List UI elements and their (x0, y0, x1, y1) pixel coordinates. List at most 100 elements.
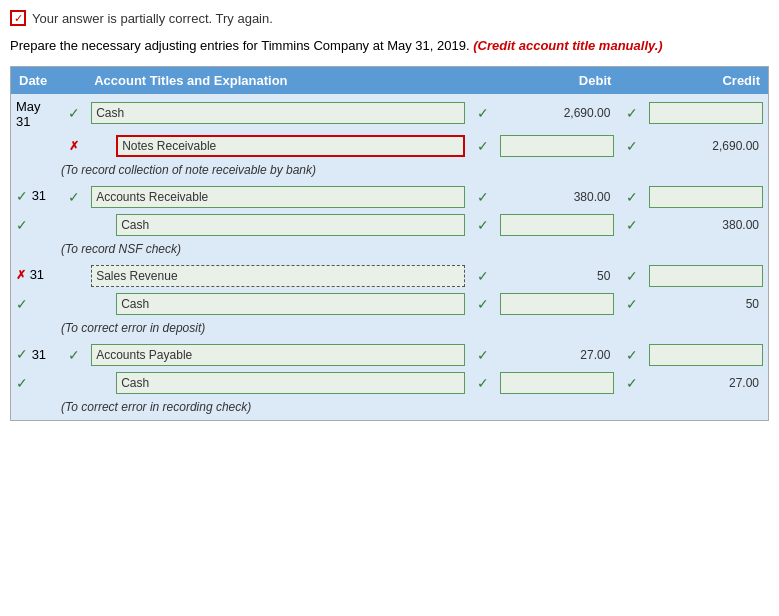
table-row: ✗ ✓ ✓ 2,690.00 (11, 132, 769, 160)
entry4-debit-amount-cell: 27.00 (495, 341, 619, 369)
entry4-credit-check3: ✓ (619, 369, 644, 397)
entry1-debit-account-input[interactable] (91, 102, 465, 124)
entry4-debit-check: ✓ (61, 341, 86, 369)
entry2-credit-account-input[interactable] (116, 214, 465, 236)
table-row: (To record collection of note receivable… (11, 160, 769, 183)
entry2-credit-value: 380.00 (649, 218, 763, 232)
entry2-note: (To record NSF check) (11, 239, 769, 262)
table-row: ✓ 31 ✓ ✓ 380.00 ✓ (11, 183, 769, 211)
instruction: Prepare the necessary adjusting entries … (10, 36, 769, 56)
header-account: Account Titles and Explanation (86, 66, 470, 94)
entry3-credit-account-input[interactable] (116, 293, 465, 315)
entry4-debit-account-cell (86, 341, 470, 369)
entry4-debit-value: 27.00 (500, 348, 614, 362)
entry3-debit-amount-cell: 50 (495, 262, 619, 290)
header-credit: Credit (644, 66, 768, 94)
entry3-credit-date: ✓ (11, 290, 62, 318)
entry3-credit-check3: ✓ (619, 290, 644, 318)
entry2-credit-debit-amount (495, 211, 619, 239)
entry4-credit-account-input[interactable] (116, 372, 465, 394)
entry4-credit-input[interactable] (649, 344, 763, 366)
entry1-credit-debit-amount (495, 132, 619, 160)
entry1-credit-check3: ✓ (619, 132, 644, 160)
entry2-credit-check: ✓ (619, 183, 644, 211)
entry4-credit-check2: ✓ (470, 369, 495, 397)
entry4-credit-date: ✓ (11, 369, 62, 397)
entry2-credit-account-cell (86, 211, 470, 239)
entry3-credit-input[interactable] (649, 265, 763, 287)
entry3-date: ✗ 31 (11, 262, 62, 290)
entry2-debit-account-input[interactable] (91, 186, 465, 208)
status-bar: ✓ Your answer is partially correct. Try … (10, 10, 769, 26)
entry1-credit-check: ✓ (619, 94, 644, 132)
entry3-credit-credit-amount: 50 (644, 290, 768, 318)
entry1-debit-account-cell (86, 94, 470, 132)
entry4-credit-amount-cell (644, 341, 768, 369)
entry2-credit-check2: ✓ (470, 211, 495, 239)
entry3-credit-debit-input[interactable] (500, 293, 614, 315)
entry4-credit-value: 27.00 (649, 376, 763, 390)
instruction-text: Prepare the necessary adjusting entries … (10, 38, 470, 53)
entry3-debit-check (61, 262, 86, 290)
entry3-credit-check2: ✓ (470, 290, 495, 318)
entry1-debit-value: 2,690.00 (500, 106, 614, 120)
header-check3 (619, 66, 644, 94)
entry1-credit-debit-input[interactable] (500, 135, 614, 157)
entry4-credit-account-cell (86, 369, 470, 397)
entry3-note: (To correct error in deposit) (11, 318, 769, 341)
entry4-debit-check2: ✓ (470, 341, 495, 369)
entry1-credit-amount-cell (644, 94, 768, 132)
entry4-date: ✓ 31 (11, 341, 62, 369)
entry2-credit-debit-input[interactable] (500, 214, 614, 236)
table-row: ✓ ✓ ✓ 27.00 (11, 369, 769, 397)
entry1-credit-input[interactable] (649, 102, 763, 124)
entry2-date: ✓ 31 (11, 183, 62, 211)
entry3-credit-debit-amount (495, 290, 619, 318)
entry3-debit-check2: ✓ (470, 262, 495, 290)
entry3-credit-check-left (61, 290, 86, 318)
table-row: ✓ ✓ ✓ 380.00 (11, 211, 769, 239)
entry2-credit-date: ✓ (11, 211, 62, 239)
entry2-credit-amount-cell (644, 183, 768, 211)
entry3-credit-amount-cell (644, 262, 768, 290)
entry4-note: (To correct error in recording check) (11, 397, 769, 421)
table-row: May 31 ✓ ✓ 2,690.00 ✓ (11, 94, 769, 132)
header-check2 (470, 66, 495, 94)
entry2-debit-check2: ✓ (470, 183, 495, 211)
entry1-credit-check2: ✓ (470, 132, 495, 160)
entry4-credit-debit-input[interactable] (500, 372, 614, 394)
entry1-debit-check2: ✓ (470, 94, 495, 132)
entry3-credit-value: 50 (649, 297, 763, 311)
entry4-debit-account-input[interactable] (91, 344, 465, 366)
entry1-credit-account-input[interactable] (116, 135, 465, 157)
entry3-credit-check: ✓ (619, 262, 644, 290)
header-debit: Debit (495, 66, 619, 94)
entry2-credit-credit-amount: 380.00 (644, 211, 768, 239)
entry1-credit-account-cell (86, 132, 470, 160)
entry2-credit-check-left (61, 211, 86, 239)
header-check1 (61, 66, 86, 94)
entry4-credit-credit-amount: 27.00 (644, 369, 768, 397)
status-message: Your answer is partially correct. Try ag… (32, 11, 273, 26)
entry2-credit-input[interactable] (649, 186, 763, 208)
entry1-debit-check: ✓ (61, 94, 86, 132)
entry1-date: May 31 (11, 94, 62, 132)
journal-table: Date Account Titles and Explanation Debi… (10, 66, 769, 421)
table-row: ✗ 31 ✓ 50 ✓ (11, 262, 769, 290)
entry2-debit-value: 380.00 (500, 190, 614, 204)
table-row: (To record NSF check) (11, 239, 769, 262)
table-row: (To correct error in deposit) (11, 318, 769, 341)
entry1-debit-amount-cell: 2,690.00 (495, 94, 619, 132)
entry3-debit-account-input[interactable] (91, 265, 465, 287)
entry1-credit-check-left: ✗ (61, 132, 86, 160)
entry3-debit-value: 50 (500, 269, 614, 283)
entry2-debit-account-cell (86, 183, 470, 211)
entry2-debit-check: ✓ (61, 183, 86, 211)
table-row: (To correct error in recording check) (11, 397, 769, 421)
entry2-debit-amount-cell: 380.00 (495, 183, 619, 211)
status-icon: ✓ (10, 10, 26, 26)
table-row: ✓ ✓ ✓ 50 (11, 290, 769, 318)
entry3-debit-account-cell (86, 262, 470, 290)
entry4-credit-check-left (61, 369, 86, 397)
entry1-note: (To record collection of note receivable… (11, 160, 769, 183)
